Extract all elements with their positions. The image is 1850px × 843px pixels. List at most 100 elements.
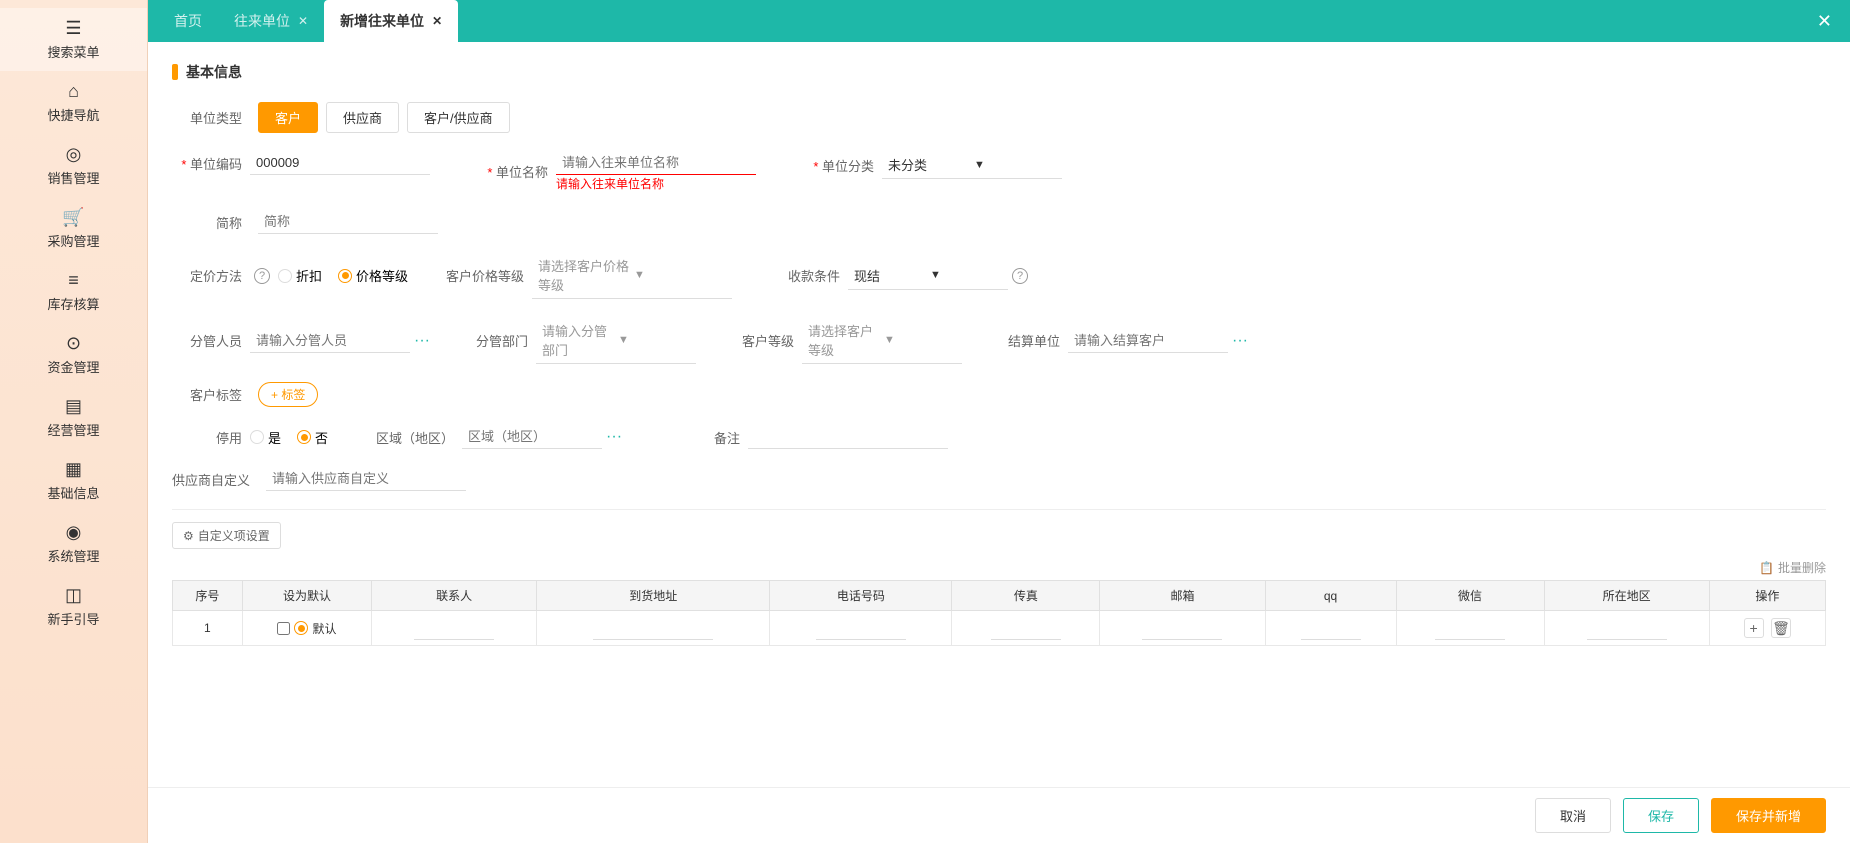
tab-new-partner[interactable]: 新增往来单位 ✕ bbox=[324, 0, 458, 42]
tab-new-partner-close[interactable]: ✕ bbox=[432, 14, 442, 28]
short-name-label: 简称 bbox=[172, 213, 242, 232]
remark-label: 备注 bbox=[670, 428, 740, 447]
manager-row: 分管人员 ··· 分管部门 请输入分管部门 ▼ 客户等级 请选择客户等级 ▼ 结… bbox=[172, 317, 1826, 364]
tab-partner[interactable]: 往来单位 ✕ bbox=[218, 0, 324, 42]
unit-type-btn-customer[interactable]: 客户 bbox=[258, 102, 318, 133]
settlement-input[interactable] bbox=[1068, 329, 1228, 353]
save-new-button[interactable]: 保存并新增 bbox=[1711, 798, 1826, 833]
email-input[interactable] bbox=[1142, 616, 1222, 640]
cell-qq[interactable] bbox=[1265, 611, 1396, 646]
tab-partner-close[interactable]: ✕ bbox=[298, 14, 308, 28]
sidebar-item-basic-info[interactable]: ▦ 基础信息 bbox=[0, 449, 147, 512]
sidebar-item-label: 新手引导 bbox=[47, 609, 99, 628]
short-name-input[interactable] bbox=[258, 210, 438, 234]
remark-group: 备注 bbox=[670, 425, 948, 449]
pricing-info-icon[interactable]: ? bbox=[254, 268, 270, 284]
address-input[interactable] bbox=[593, 616, 713, 640]
batch-delete-label[interactable]: 批量删除 bbox=[1778, 559, 1826, 576]
dept-select[interactable]: 请输入分管部门 ▼ bbox=[536, 317, 696, 364]
cancel-button[interactable]: 取消 bbox=[1535, 798, 1611, 833]
default-radio[interactable]: 默认 bbox=[294, 620, 336, 637]
unit-category-select[interactable]: 未分类 ▼ bbox=[882, 151, 1062, 179]
cell-location[interactable] bbox=[1544, 611, 1709, 646]
settlement-more-btn[interactable]: ··· bbox=[1232, 332, 1248, 350]
cpl-select[interactable]: 请选择客户价格等级 ▼ bbox=[532, 252, 732, 299]
basic-info-icon: ▦ bbox=[65, 459, 82, 480]
disabled-yes-radio[interactable]: 是 bbox=[250, 428, 281, 447]
phone-input[interactable] bbox=[816, 616, 906, 640]
sales-icon: ◎ bbox=[66, 144, 82, 165]
pt-label: 收款条件 bbox=[770, 266, 840, 285]
manager-more-btn[interactable]: ··· bbox=[414, 332, 430, 350]
pricing-label: 定价方法 bbox=[172, 266, 242, 285]
footer: 取消 保存 保存并新增 bbox=[148, 787, 1850, 843]
sidebar-item-sys-mgmt[interactable]: ◉ 系统管理 bbox=[0, 512, 147, 575]
default-label: 默认 bbox=[312, 620, 336, 637]
col-default: 设为默认 bbox=[242, 581, 371, 611]
cell-contact[interactable] bbox=[372, 611, 537, 646]
col-fax: 传真 bbox=[952, 581, 1100, 611]
disabled-label: 停用 bbox=[172, 428, 242, 447]
fax-input[interactable] bbox=[991, 616, 1061, 640]
remark-input[interactable] bbox=[748, 425, 948, 449]
col-region: 所在地区 bbox=[1544, 581, 1709, 611]
cust-level-group: 客户等级 请选择客户等级 ▼ bbox=[724, 317, 962, 364]
wechat-input[interactable] bbox=[1435, 616, 1505, 640]
sidebar-item-inventory[interactable]: ≡ 库存核算 bbox=[0, 260, 147, 323]
contact-input[interactable] bbox=[414, 616, 494, 640]
settings-icon: ⚙ bbox=[183, 529, 194, 543]
save-button[interactable]: 保存 bbox=[1623, 798, 1699, 833]
pricing-discount-radio[interactable]: 折扣 bbox=[278, 266, 322, 285]
unit-name-input[interactable] bbox=[556, 151, 756, 175]
customer-price-level-group: 客户价格等级 请选择客户价格等级 ▼ bbox=[446, 252, 732, 299]
tab-home[interactable]: 首页 bbox=[158, 0, 218, 42]
sidebar-item-ops[interactable]: ▤ 经营管理 bbox=[0, 386, 147, 449]
sidebar-item-search-menu[interactable]: ☰ 搜索菜单 bbox=[0, 8, 147, 71]
pt-select[interactable]: 现结 ▼ bbox=[848, 262, 1008, 290]
sidebar-item-purchase[interactable]: 🛒 采购管理 bbox=[0, 197, 147, 260]
sidebar-item-sales[interactable]: ◎ 销售管理 bbox=[0, 134, 147, 197]
sidebar-item-finance[interactable]: ⊙ 资金管理 bbox=[0, 323, 147, 386]
unit-code-label: 单位编码 bbox=[172, 154, 242, 173]
pricing-method-group: 定价方法 ? 折扣 价格等级 bbox=[172, 266, 408, 285]
unit-code-input[interactable] bbox=[250, 151, 430, 175]
pricing-row: 定价方法 ? 折扣 价格等级 客户价格等级 请选择客户价格等级 bbox=[172, 252, 1826, 299]
unit-type-row: 单位类型 客户 供应商 客户/供应商 bbox=[172, 102, 1826, 133]
supplier-custom-input[interactable] bbox=[266, 467, 466, 491]
form-content: 基本信息 单位类型 客户 供应商 客户/供应商 单位编码 单位名称 请输入往来单… bbox=[148, 42, 1850, 787]
col-qq: qq bbox=[1265, 581, 1396, 611]
cell-email[interactable] bbox=[1100, 611, 1265, 646]
code-name-row: 单位编码 单位名称 请输入往来单位名称 单位分类 未分类 ▼ bbox=[172, 151, 1826, 192]
main-area: 首页 往来单位 ✕ 新增往来单位 ✕ ✕ 基本信息 单位类型 客户 供应商 客户… bbox=[148, 0, 1850, 843]
region-input[interactable] bbox=[462, 425, 602, 449]
pricing-level-radio[interactable]: 价格等级 bbox=[338, 266, 408, 285]
cell-address[interactable] bbox=[537, 611, 770, 646]
cell-fax[interactable] bbox=[952, 611, 1100, 646]
sidebar-item-quick-nav[interactable]: ⌂ 快捷导航 bbox=[0, 71, 147, 134]
cell-wechat[interactable] bbox=[1396, 611, 1544, 646]
unit-type-btn-both[interactable]: 客户/供应商 bbox=[407, 102, 510, 133]
col-wechat: 微信 bbox=[1396, 581, 1544, 611]
sidebar-item-label: 基础信息 bbox=[47, 483, 99, 502]
disabled-no-radio[interactable]: 否 bbox=[297, 428, 328, 447]
location-input[interactable] bbox=[1587, 616, 1667, 640]
manager-input[interactable] bbox=[250, 329, 410, 353]
add-tag-label: + 标签 bbox=[271, 386, 305, 403]
region-more-btn[interactable]: ··· bbox=[606, 428, 622, 446]
qq-input[interactable] bbox=[1301, 616, 1361, 640]
delete-row-btn[interactable]: 🗑 bbox=[1771, 618, 1791, 638]
row-checkbox[interactable] bbox=[277, 622, 290, 635]
cell-phone[interactable] bbox=[770, 611, 952, 646]
unit-type-btn-supplier[interactable]: 供应商 bbox=[326, 102, 399, 133]
unit-type-group: 客户 供应商 客户/供应商 bbox=[258, 102, 510, 133]
add-tag-button[interactable]: + 标签 bbox=[258, 382, 318, 407]
add-row-btn[interactable]: + bbox=[1744, 618, 1764, 638]
payment-info-icon[interactable]: ? bbox=[1012, 268, 1028, 284]
custom-settings-button[interactable]: ⚙ 自定义项设置 bbox=[172, 522, 281, 549]
unit-type-label: 单位类型 bbox=[172, 108, 242, 127]
cl-select[interactable]: 请选择客户等级 ▼ bbox=[802, 317, 962, 364]
cpl-arrow-icon: ▼ bbox=[634, 269, 726, 281]
sidebar-item-guide[interactable]: ◫ 新手引导 bbox=[0, 575, 147, 638]
window-close-button[interactable]: ✕ bbox=[1809, 11, 1840, 32]
region-group: 区域（地区） ··· bbox=[376, 425, 622, 449]
